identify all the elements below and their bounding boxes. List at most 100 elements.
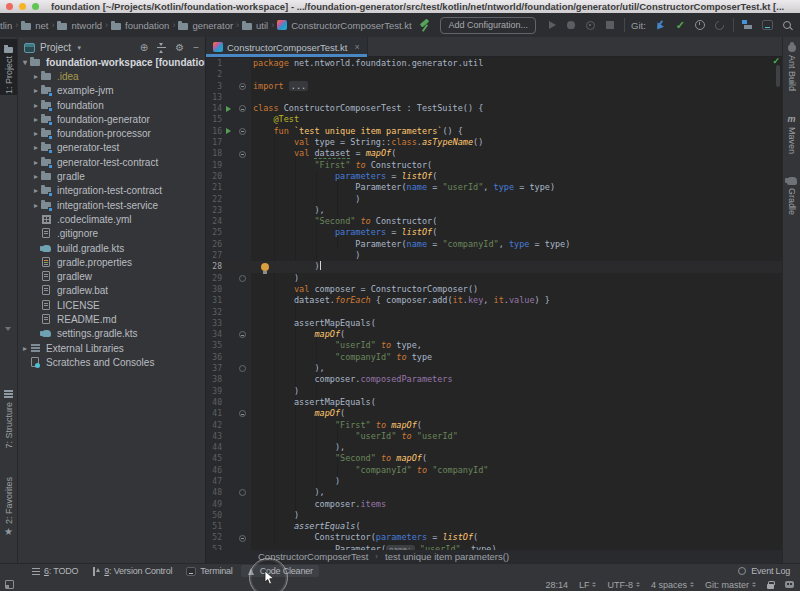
terminal-icon[interactable]: [762, 20, 773, 30]
build-project-icon[interactable]: [419, 19, 432, 32]
nav-crumb[interactable]: foundation›: [111, 20, 178, 31]
code-text[interactable]: [251, 307, 253, 318]
tree-item[interactable]: settings.gradle.kts: [18, 327, 205, 341]
code-text[interactable]: "First" to Constructor(: [251, 160, 432, 171]
fold-marker-icon[interactable]: [239, 105, 246, 112]
fold-marker-icon[interactable]: [239, 83, 246, 90]
close-tab-icon[interactable]: ×: [354, 42, 359, 52]
run-test-icon[interactable]: [226, 106, 231, 112]
nav-crumb[interactable]: net›: [21, 20, 57, 31]
code-text[interactable]: ): [251, 194, 360, 205]
run-test-icon[interactable]: [226, 128, 231, 134]
search-everywhere-icon[interactable]: [783, 21, 791, 29]
code-text[interactable]: class ConstructorComposerTest : TestSuit…: [251, 103, 483, 114]
tree-expand-arrow[interactable]: ▸: [31, 201, 41, 210]
inspections-ok-icon[interactable]: ✓: [772, 58, 780, 66]
breadcrumb-method[interactable]: test unique item parameters(): [385, 551, 509, 562]
code-text[interactable]: val type = String::class.asTypeName(): [251, 137, 483, 148]
tree-item[interactable]: Scratches and Consoles: [18, 355, 205, 369]
tree-expand-arrow[interactable]: ▾: [20, 58, 30, 67]
nav-crumb[interactable]: util›: [242, 20, 277, 31]
fold-marker-icon[interactable]: [239, 128, 246, 135]
tree-item[interactable]: ▸example-jvm: [18, 84, 205, 98]
tree-expand-arrow[interactable]: ▸: [31, 143, 41, 152]
code-text[interactable]: parameters = listOf(: [251, 227, 437, 238]
code-text[interactable]: ),: [251, 487, 325, 498]
tree-item[interactable]: README.md: [18, 312, 205, 326]
line-separator-selector[interactable]: LF: [579, 580, 597, 590]
code-text[interactable]: "userId" to type,: [251, 340, 422, 351]
minimize-window-button[interactable]: [19, 3, 26, 10]
tree-expand-arrow[interactable]: ▸: [31, 172, 41, 181]
nav-crumb-file[interactable]: ConstructorComposerTest.kt: [277, 20, 411, 31]
tree-item[interactable]: ▸integration-test-contract: [18, 184, 205, 198]
tree-expand-arrow[interactable]: ▸: [20, 344, 30, 353]
chevron-down-icon[interactable]: ▼: [76, 45, 82, 51]
intention-bulb-icon[interactable]: [261, 263, 270, 275]
tree-item[interactable]: ▸generator-test-contract: [18, 155, 205, 169]
fold-marker-icon[interactable]: [239, 535, 246, 542]
code-text[interactable]: val composer = ConstructorComposer(): [251, 284, 478, 295]
code-text[interactable]: assertMapEquals(: [251, 397, 376, 408]
code-text[interactable]: ): [251, 476, 340, 487]
settings-gear-icon[interactable]: ⚙: [175, 43, 184, 53]
encoding-selector[interactable]: UTF-8: [607, 580, 640, 590]
code-text[interactable]: Parameter(name = "companyId", type = typ…: [251, 239, 570, 250]
nav-crumb[interactable]: generator›: [178, 20, 242, 31]
tree-item[interactable]: .codeclimate.yml: [18, 212, 205, 226]
code-text[interactable]: Parameter(name = "userId", type = type): [251, 182, 555, 193]
tree-item[interactable]: LICENSE: [18, 298, 205, 312]
code-text[interactable]: "Second" to Constructor(: [251, 216, 437, 227]
tree-item[interactable]: ▸gradle: [18, 169, 205, 183]
nav-crumb[interactable]: kotlin›: [0, 20, 21, 31]
maximize-window-button[interactable]: [32, 3, 39, 10]
tree-expand-arrow[interactable]: ▸: [31, 129, 41, 138]
stop-icon[interactable]: [606, 21, 614, 29]
sidebar-tab-maven[interactable]: m Maven: [783, 111, 800, 154]
add-configuration-button[interactable]: Add Configuration...: [440, 17, 536, 34]
collapse-all-icon[interactable]: [157, 43, 166, 53]
event-log-button[interactable]: Event Log: [738, 566, 790, 576]
tree-item[interactable]: gradle.properties: [18, 255, 205, 269]
tree-expand-arrow[interactable]: ▸: [31, 86, 41, 95]
code-text[interactable]: "Second" to mapOf(: [251, 453, 427, 464]
code-text[interactable]: ): [251, 250, 360, 261]
tree-item[interactable]: ▸.idea: [18, 69, 205, 83]
toolwindow-button-todo[interactable]: 6: TODO: [32, 566, 78, 576]
lock-icon[interactable]: [767, 584, 774, 589]
code-text[interactable]: @Test: [251, 114, 299, 125]
tree-item[interactable]: ▾foundation-workspace [foundation-worksp…: [18, 55, 205, 69]
code-text[interactable]: composer.composedParameters: [251, 374, 453, 385]
fold-marker-icon[interactable]: [239, 151, 246, 158]
debug-icon[interactable]: [567, 21, 575, 29]
code-text[interactable]: "First" to mapOf(: [251, 420, 422, 431]
code-text[interactable]: ),: [251, 363, 325, 374]
project-panel-title[interactable]: Project: [40, 42, 71, 53]
code-text[interactable]: assertMapEquals(: [251, 318, 376, 329]
code-text[interactable]: mapOf(: [251, 329, 345, 340]
sidebar-tab-project[interactable]: 1: Project: [0, 39, 17, 95]
fold-end-icon[interactable]: [239, 489, 246, 496]
tree-expand-arrow[interactable]: ▸: [31, 72, 41, 81]
run-icon[interactable]: [549, 21, 556, 29]
tree-item[interactable]: ▸External Libraries: [18, 341, 205, 355]
code-text[interactable]: dataset.forEach { composer.add(it.key, i…: [251, 295, 550, 306]
code-text[interactable]: assertEquals(: [251, 521, 361, 532]
code-text[interactable]: Constructor(parameters = listOf(: [251, 532, 478, 543]
toolwindow-button-version-control[interactable]: 9: Version Control: [92, 566, 172, 576]
tree-expand-arrow[interactable]: ▸: [31, 115, 41, 124]
close-window-button[interactable]: [6, 3, 13, 10]
code-text[interactable]: composer.items: [251, 499, 386, 510]
tree-item[interactable]: ▸integration-test-service: [18, 198, 205, 212]
tree-expand-arrow[interactable]: ▸: [31, 101, 41, 110]
code-text[interactable]: mapOf(: [251, 408, 345, 419]
code-text[interactable]: [251, 92, 253, 103]
tree-expand-arrow[interactable]: ▸: [31, 186, 41, 195]
project-structure-icon[interactable]: [742, 20, 753, 30]
code-text[interactable]: ): [251, 386, 299, 397]
code-text[interactable]: val dataset = mapOf(: [251, 148, 396, 159]
code-text[interactable]: ): [251, 510, 299, 521]
code-text[interactable]: [251, 69, 253, 80]
code-text[interactable]: ),: [251, 205, 325, 216]
code-text[interactable]: ): [251, 273, 299, 284]
